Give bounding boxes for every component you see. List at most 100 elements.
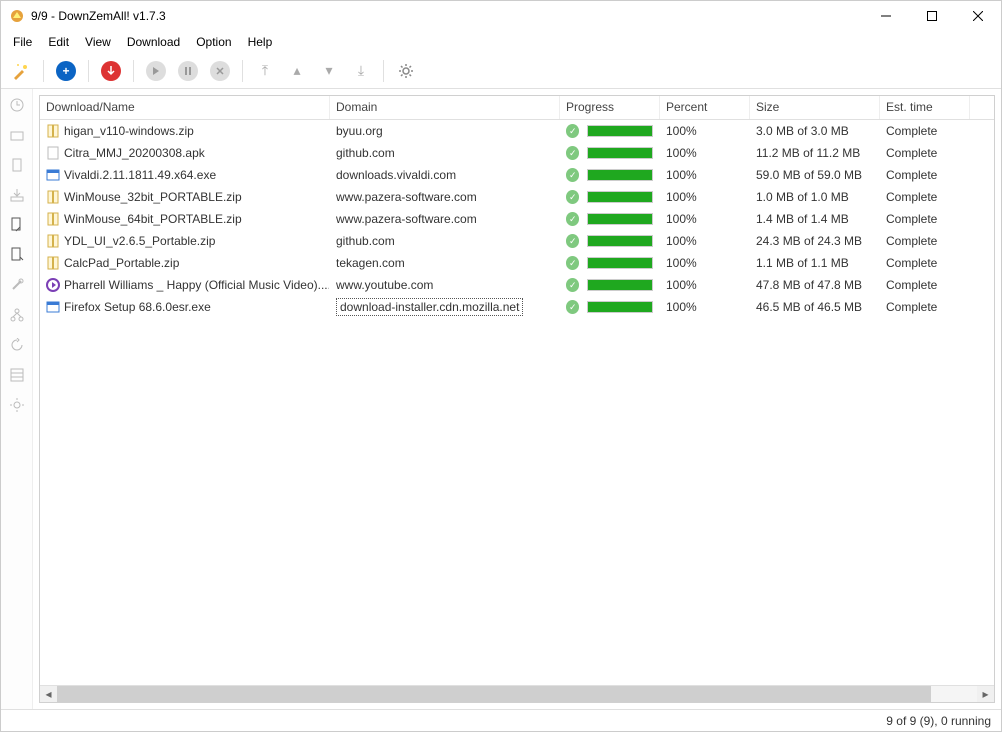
file-icon <box>46 146 60 160</box>
toolbar-separator <box>383 60 384 82</box>
col-percent[interactable]: Percent <box>660 96 750 119</box>
table-row[interactable]: YDL_UI_v2.6.5_Portable.zipgithub.com✓100… <box>40 230 994 252</box>
sidebar-file-icon[interactable] <box>7 155 27 175</box>
sidebar-gear-icon[interactable] <box>7 395 27 415</box>
sidebar-refresh-icon[interactable] <box>7 335 27 355</box>
status-text: 9 of 9 (9), 0 running <box>886 714 991 728</box>
table-row[interactable]: WinMouse_32bit_PORTABLE.zip www.pazera-so… <box>40 186 994 208</box>
progress-bar <box>587 279 653 291</box>
cell-name: Citra_MMJ_20200308.apk <box>64 146 205 160</box>
move-down-button[interactable]: ▾ <box>315 57 343 85</box>
scroll-thumb[interactable] <box>57 686 931 702</box>
col-est[interactable]: Est. time <box>880 96 970 119</box>
cell-name: Pharrell Williams _ Happy (Official Musi… <box>64 278 330 292</box>
menu-edit[interactable]: Edit <box>40 33 77 51</box>
cell-size: 3.0 MB of 3.0 MB <box>756 124 849 138</box>
cell-percent: 100% <box>666 212 697 226</box>
cell-name: Firefox Setup 68.6.0esr.exe <box>64 300 211 314</box>
sidebar-list-icon[interactable] <box>7 365 27 385</box>
progress-bar <box>587 257 653 269</box>
stop-button[interactable] <box>206 57 234 85</box>
sidebar-page-add-icon[interactable] <box>7 215 27 235</box>
menu-option[interactable]: Option <box>188 33 239 51</box>
wizard-button[interactable] <box>7 57 35 85</box>
file-icon <box>46 124 60 138</box>
col-progress[interactable]: Progress <box>560 96 660 119</box>
sidebar-graph-icon[interactable] <box>7 305 27 325</box>
progress-bar <box>587 235 653 247</box>
downloads-table: Download/Name Domain Progress Percent Si… <box>39 95 995 703</box>
check-icon: ✓ <box>566 124 579 138</box>
scroll-right-icon[interactable]: ▸ <box>977 687 994 701</box>
cell-size: 1.0 MB of 1.0 MB <box>756 190 849 204</box>
cell-name: Vivaldi.2.11.1811.49.x64.exe <box>64 168 216 182</box>
minimize-button[interactable] <box>863 1 909 31</box>
toolbar-separator <box>133 60 134 82</box>
sidebar-page-link-icon[interactable] <box>7 245 27 265</box>
cell-name: WinMouse_32bit_PORTABLE.zip <box>64 190 242 204</box>
progress-bar <box>587 147 653 159</box>
progress-bar <box>587 301 653 313</box>
file-icon <box>46 300 60 314</box>
window-controls <box>863 1 1001 31</box>
toolbar: + ⤒ ▴ ▾ ⤓ <box>1 53 1001 89</box>
col-name[interactable]: Download/Name <box>40 96 330 119</box>
move-up-button[interactable]: ▴ <box>283 57 311 85</box>
content: Download/Name Domain Progress Percent Si… <box>33 89 1001 709</box>
progress-bar <box>587 191 653 203</box>
progress-bar <box>587 125 653 137</box>
menu-download[interactable]: Download <box>119 33 188 51</box>
table-row[interactable]: higan_v110-windows.zipbyuu.org✓100%3.0 M… <box>40 120 994 142</box>
file-icon <box>46 168 60 182</box>
horizontal-scrollbar[interactable]: ◂ ▸ <box>40 685 994 702</box>
move-bottom-button[interactable]: ⤓ <box>347 57 375 85</box>
add-button[interactable]: + <box>52 57 80 85</box>
table-row[interactable]: Citra_MMJ_20200308.apkgithub.com✓100%11.… <box>40 142 994 164</box>
table-row[interactable]: Vivaldi.2.11.1811.49.x64.exedownloads.vi… <box>40 164 994 186</box>
table-row[interactable]: Firefox Setup 68.6.0esr.exe download-inst… <box>40 296 994 318</box>
table-row[interactable]: CalcPad_Portable.ziptekagen.com✓100%1.1 … <box>40 252 994 274</box>
cell-est: Complete <box>886 256 937 270</box>
check-icon: ✓ <box>566 300 579 314</box>
scroll-left-icon[interactable]: ◂ <box>40 687 57 701</box>
sidebar-inbox-icon[interactable] <box>7 125 27 145</box>
progress-bar <box>587 213 653 225</box>
cell-size: 1.1 MB of 1.1 MB <box>756 256 849 270</box>
cell-domain: www.pazera-software.com <box>336 190 477 204</box>
close-button[interactable] <box>955 1 1001 31</box>
play-button[interactable] <box>142 57 170 85</box>
pause-button[interactable] <box>174 57 202 85</box>
menu-help[interactable]: Help <box>240 33 281 51</box>
menu-view[interactable]: View <box>77 33 119 51</box>
settings-button[interactable] <box>392 57 420 85</box>
cell-size: 47.8 MB of 47.8 MB <box>756 278 862 292</box>
cell-size: 24.3 MB of 24.3 MB <box>756 234 862 248</box>
cell-est: Complete <box>886 212 937 226</box>
menu-file[interactable]: File <box>5 33 40 51</box>
table-header: Download/Name Domain Progress Percent Si… <box>40 96 994 120</box>
col-size[interactable]: Size <box>750 96 880 119</box>
toolbar-separator <box>88 60 89 82</box>
sidebar-clock-icon[interactable] <box>7 95 27 115</box>
move-top-button[interactable]: ⤒ <box>251 57 279 85</box>
toolbar-separator <box>43 60 44 82</box>
download-button[interactable] <box>97 57 125 85</box>
sidebar-download-icon[interactable] <box>7 185 27 205</box>
maximize-button[interactable] <box>909 1 955 31</box>
cell-domain: github.com <box>336 234 395 248</box>
menubar: File Edit View Download Option Help <box>1 31 1001 53</box>
cell-est: Complete <box>886 300 937 314</box>
check-icon: ✓ <box>566 212 579 226</box>
statusbar: 9 of 9 (9), 0 running <box>1 709 1001 731</box>
cell-est: Complete <box>886 190 937 204</box>
sidebar-tool-icon[interactable] <box>7 275 27 295</box>
table-row[interactable]: WinMouse_64bit_PORTABLE.zipwww.pazera-so… <box>40 208 994 230</box>
cell-percent: 100% <box>666 256 697 270</box>
cell-est: Complete <box>886 278 937 292</box>
cell-domain: download-installer.cdn.mozilla.net <box>336 298 523 316</box>
cell-percent: 100% <box>666 168 697 182</box>
cell-domain: tekagen.com <box>336 256 405 270</box>
col-domain[interactable]: Domain <box>330 96 560 119</box>
cell-name: YDL_UI_v2.6.5_Portable.zip <box>64 234 215 248</box>
table-row[interactable]: Pharrell Williams _ Happy (Official Musi… <box>40 274 994 296</box>
